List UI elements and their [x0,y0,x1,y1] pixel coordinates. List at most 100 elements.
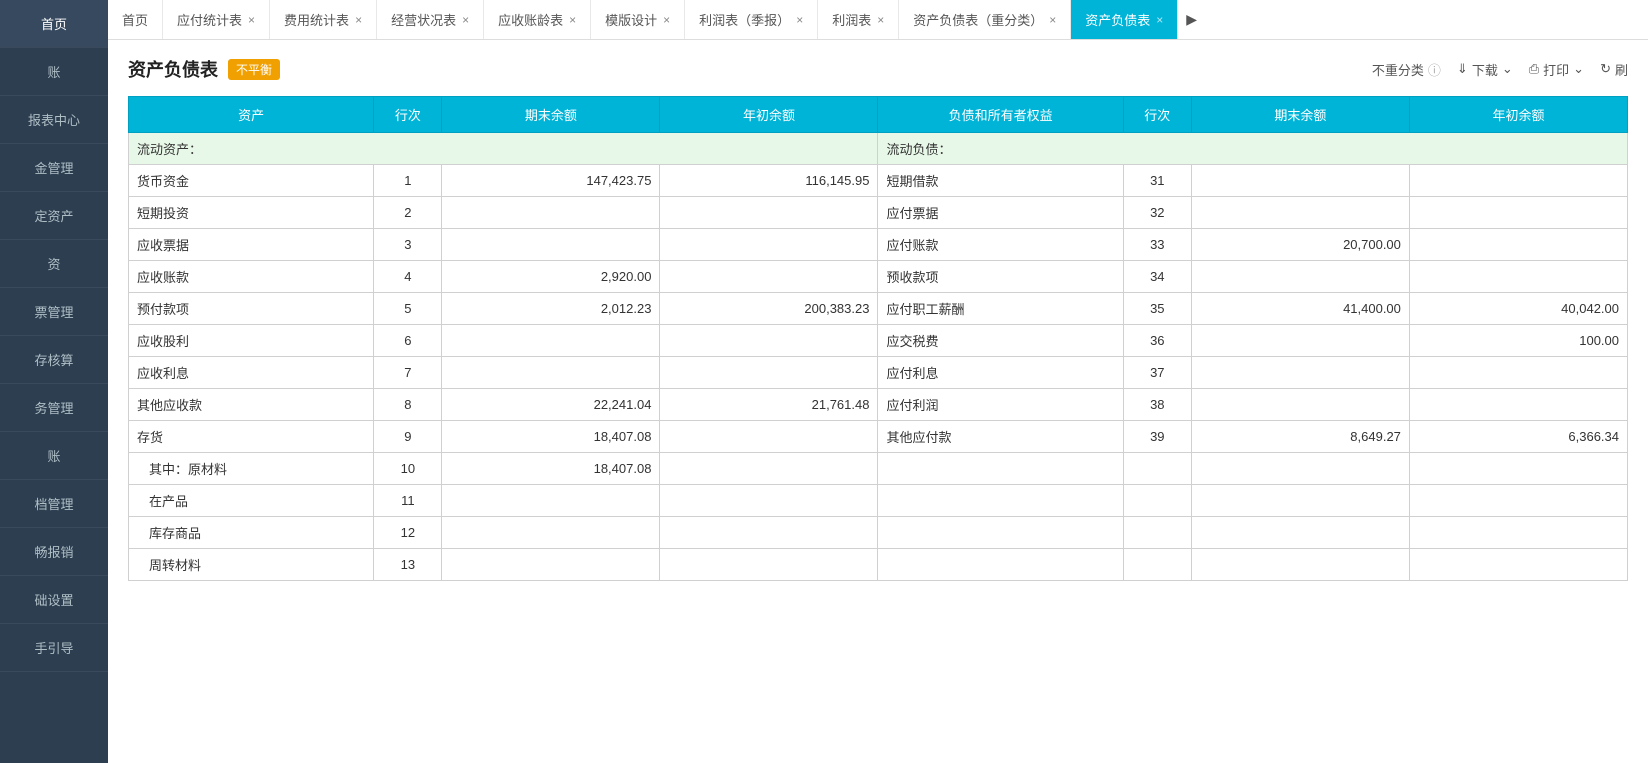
liability-row-num [1123,485,1191,517]
header-row-num: 行次 [374,97,442,133]
liability-end-balance [1191,325,1409,357]
table-row: 应收利息 7 应付利息 37 [129,357,1628,389]
liability-end-balance: 41,400.00 [1191,293,1409,325]
section-liability-label: 流动负债： [878,133,1628,165]
sidebar-item-settings[interactable]: 础设置 [0,576,108,624]
sidebar-item-investment[interactable]: 资 [0,240,108,288]
liability-name: 短期借款 [878,165,1123,197]
tab-income[interactable]: 利润表 × [818,0,899,40]
liability-end-balance [1191,165,1409,197]
sidebar-item-archive[interactable]: 档管理 [0,480,108,528]
asset-row-num: 12 [374,517,442,549]
liability-row-num: 37 [1123,357,1191,389]
liability-name [878,517,1123,549]
asset-row-num: 1 [374,165,442,197]
print-button[interactable]: ⎙ 打印 ⌄ [1529,60,1584,79]
no-reclassify-option[interactable]: 不重分类 ⓘ [1372,60,1441,79]
table-section-row: 流动资产： 流动负债： [129,133,1628,165]
tab-bar: 首页 应付统计表 × 费用统计表 × 经营状况表 × 应收账龄表 × 模版设计 … [108,0,1648,40]
liability-row-num: 39 [1123,421,1191,453]
refresh-button[interactable]: ↻ 刷 [1600,60,1628,79]
tab-balance-reclassified[interactable]: 资产负债表（重分类） × [899,0,1071,40]
liability-row-num [1123,549,1191,581]
asset-end-balance [442,357,660,389]
asset-row-num: 6 [374,325,442,357]
asset-year-start [660,325,878,357]
asset-end-balance: 2,012.23 [442,293,660,325]
sidebar-item-fixed-assets[interactable]: 定资产 [0,192,108,240]
close-tab-balance-reclassified[interactable]: × [1049,13,1056,27]
liability-name: 预收款项 [878,261,1123,293]
liability-year-start [1409,453,1627,485]
tab-home[interactable]: 首页 [108,0,163,40]
download-button[interactable]: ⇓ 下载 ⌄ [1457,60,1513,79]
close-tab-template-design[interactable]: × [663,13,670,27]
tab-template-design[interactable]: 模版设计 × [591,0,685,40]
liability-end-balance [1191,517,1409,549]
balance-sheet-table: 资产 行次 期末余额 年初余额 负债和所有者权益 行次 期末余额 年初余额 流动… [128,96,1628,581]
liability-year-start: 40,042.00 [1409,293,1627,325]
page-header: 资产负债表 不平衡 不重分类 ⓘ ⇓ 下载 ⌄ ⎙ 打印 ⌄ [128,56,1628,82]
tab-income-quarterly[interactable]: 利润表（季报） × [685,0,818,40]
asset-year-start: 21,761.48 [660,389,878,421]
asset-name: 在产品 [129,485,374,517]
liability-end-balance [1191,197,1409,229]
header-row-num2: 行次 [1123,97,1191,133]
liability-year-start [1409,261,1627,293]
sidebar-item-inventory[interactable]: 存核算 [0,336,108,384]
sidebar-item-guide[interactable]: 手引导 [0,624,108,672]
sidebar-item-ticket-mgmt[interactable]: 票管理 [0,288,108,336]
table-row: 其他应收款 8 22,241.04 21,761.48 应付利润 38 [129,389,1628,421]
liability-year-start [1409,197,1627,229]
close-tab-expense-stats[interactable]: × [355,13,362,27]
close-tab-balance-sheet[interactable]: × [1156,13,1163,27]
tab-expense-stats[interactable]: 费用统计表 × [270,0,377,40]
table-row: 在产品 11 [129,485,1628,517]
asset-end-balance [442,197,660,229]
sidebar-item-tax-mgmt[interactable]: 务管理 [0,384,108,432]
tab-balance-sheet[interactable]: 资产负债表 × [1071,0,1178,40]
asset-year-start [660,261,878,293]
sidebar-item-home[interactable]: 首页 [0,0,108,48]
close-tab-ar-aging[interactable]: × [569,13,576,27]
asset-name: 预付款项 [129,293,374,325]
asset-row-num: 3 [374,229,442,261]
tab-scroll-right[interactable]: ▶ [1178,11,1205,28]
liability-name [878,453,1123,485]
liability-name: 应付票据 [878,197,1123,229]
liability-row-num: 38 [1123,389,1191,421]
tab-operations[interactable]: 经营状况表 × [377,0,484,40]
sidebar-item-fund-mgmt[interactable]: 金管理 [0,144,108,192]
sidebar-item-report-center[interactable]: 报表中心 [0,96,108,144]
asset-end-balance: 2,920.00 [442,261,660,293]
print-icon: ⎙ [1529,61,1539,77]
liability-row-num [1123,517,1191,549]
sidebar-item-expense[interactable]: 畅报销 [0,528,108,576]
download-icon: ⇓ [1457,61,1468,77]
asset-name: 库存商品 [129,517,374,549]
close-tab-income[interactable]: × [877,13,884,27]
liability-end-balance [1191,453,1409,485]
close-tab-operations[interactable]: × [462,13,469,27]
asset-name: 应收账款 [129,261,374,293]
close-tab-accounts-payable[interactable]: × [248,13,255,27]
sidebar-item-account[interactable]: 账 [0,48,108,96]
tab-accounts-payable[interactable]: 应付统计表 × [163,0,270,40]
header-end-balance: 期末余额 [442,97,660,133]
unbalanced-badge: 不平衡 [228,59,280,80]
liability-year-start [1409,165,1627,197]
tab-ar-aging[interactable]: 应收账龄表 × [484,0,591,40]
asset-name: 短期投资 [129,197,374,229]
liability-year-start [1409,517,1627,549]
asset-year-start [660,549,878,581]
sidebar-item-ledger[interactable]: 账 [0,432,108,480]
liability-row-num [1123,453,1191,485]
table-row: 短期投资 2 应付票据 32 [129,197,1628,229]
table-row: 周转材料 13 [129,549,1628,581]
liability-year-start [1409,485,1627,517]
liability-name: 应付利息 [878,357,1123,389]
asset-end-balance: 22,241.04 [442,389,660,421]
asset-year-start: 116,145.95 [660,165,878,197]
asset-name: 其中：原材料 [129,453,374,485]
close-tab-income-quarterly[interactable]: × [796,13,803,27]
